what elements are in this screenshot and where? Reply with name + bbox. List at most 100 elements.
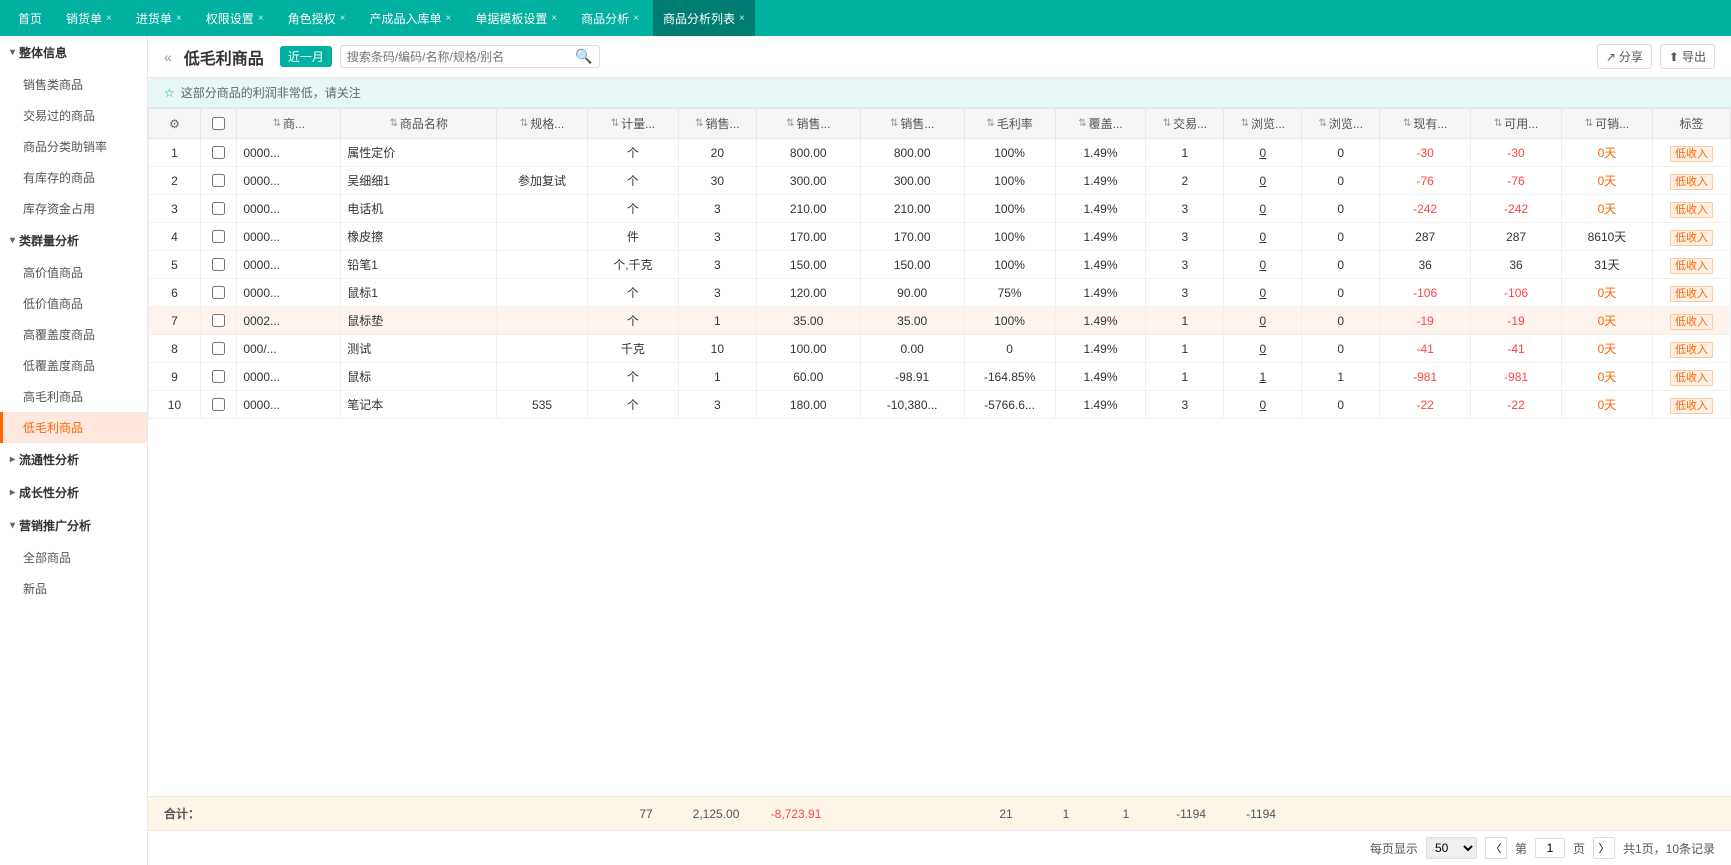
row-check[interactable] [200, 279, 236, 307]
col-name-sort[interactable]: ⇅ [389, 118, 397, 129]
time-filter-button[interactable]: 近一月 [280, 46, 332, 67]
search-icon[interactable]: 🔍 [575, 48, 592, 65]
nav-item-sales[interactable]: 销货单 × [56, 0, 122, 36]
row-sales-cost: -10,380... [860, 391, 964, 419]
col-cover-sort[interactable]: ⇅ [1078, 118, 1086, 129]
row-view1[interactable]: 0 [1224, 307, 1302, 335]
close-icon[interactable]: × [106, 13, 112, 24]
row-check[interactable] [200, 251, 236, 279]
sidebar-group-circulation[interactable]: ▸ 流通性分析 [0, 443, 147, 476]
nav-item-goods-analysis[interactable]: 商品分析 × [571, 0, 649, 36]
sidebar-group-marketing[interactable]: ▾ 营销推广分析 [0, 509, 147, 542]
close-icon[interactable]: × [445, 13, 451, 24]
row-name[interactable]: 吴细细1 [341, 167, 497, 195]
row-num: 6 [149, 279, 201, 307]
col-qty-sort[interactable]: ⇅ [695, 118, 703, 129]
nav-item-goods-list[interactable]: 商品分析列表 × [653, 0, 755, 36]
col-gross-sort[interactable]: ⇅ [986, 118, 994, 129]
sidebar-item-new-goods[interactable]: 新品 [0, 573, 147, 604]
row-view1[interactable]: 0 [1224, 279, 1302, 307]
col-sale-sort[interactable]: ⇅ [1585, 118, 1593, 129]
sidebar-item-high-coverage[interactable]: 高覆盖度商品 [0, 319, 147, 350]
row-view1[interactable]: 0 [1224, 391, 1302, 419]
row-name[interactable]: 属性定价 [341, 139, 497, 167]
row-view1[interactable]: 1 [1224, 363, 1302, 391]
total-sales-cost: -8,723.91 [756, 807, 836, 821]
sidebar-item-sales-goods[interactable]: 销售类商品 [0, 69, 147, 100]
sidebar-group-cluster[interactable]: ▾ 类群量分析 [0, 224, 147, 257]
sidebar-item-low-margin[interactable]: 低毛利商品 [0, 412, 147, 443]
nav-item-template[interactable]: 单据模板设置 × [465, 0, 567, 36]
col-view1-sort[interactable]: ⇅ [1241, 118, 1249, 129]
table-container[interactable]: ⚙ ⇅商... ⇅商品名称 ⇅规格... ⇅计量... ⇅销售... [148, 108, 1731, 796]
sidebar-item-high-margin[interactable]: 高毛利商品 [0, 381, 147, 412]
prev-page-button[interactable]: 〈 [1485, 837, 1507, 859]
row-view1[interactable]: 0 [1224, 167, 1302, 195]
col-view2-sort[interactable]: ⇅ [1319, 118, 1327, 129]
nav-item-permission[interactable]: 权限设置 × [196, 0, 274, 36]
row-name[interactable]: 橡皮擦 [341, 223, 497, 251]
sidebar-item-low-coverage[interactable]: 低覆盖度商品 [0, 350, 147, 381]
row-check[interactable] [200, 307, 236, 335]
nav-item-purchase[interactable]: 进货单 × [126, 0, 192, 36]
col-cur-sort[interactable]: ⇅ [1403, 118, 1411, 129]
search-input[interactable] [347, 50, 576, 64]
close-icon[interactable]: × [739, 13, 745, 24]
sidebar-item-all-goods[interactable]: 全部商品 [0, 542, 147, 573]
row-name[interactable]: 鼠标垫 [341, 307, 497, 335]
row-current: -242 [1380, 195, 1471, 223]
row-view1[interactable]: 0 [1224, 335, 1302, 363]
col-code-sort[interactable]: ⇅ [273, 118, 281, 129]
row-check[interactable] [200, 139, 236, 167]
row-sales-cost: 210.00 [860, 195, 964, 223]
row-check[interactable] [200, 335, 236, 363]
sidebar-item-low-value[interactable]: 低价值商品 [0, 288, 147, 319]
close-icon[interactable]: × [340, 13, 346, 24]
collapse-sidebar-btn[interactable]: « [164, 49, 172, 65]
page-size-select[interactable]: 50 100 200 [1426, 837, 1477, 859]
row-name[interactable]: 电话机 [341, 195, 497, 223]
col-price1-sort[interactable]: ⇅ [786, 118, 794, 129]
row-view1[interactable]: 0 [1224, 139, 1302, 167]
nav-item-product-in[interactable]: 产成品入库单 × [359, 0, 461, 36]
row-name[interactable]: 测试 [341, 335, 497, 363]
select-all-checkbox[interactable] [212, 117, 225, 130]
sidebar-item-traded[interactable]: 交易过的商品 [0, 100, 147, 131]
sidebar-group-overview[interactable]: ▾ 整体信息 [0, 36, 147, 69]
close-icon[interactable]: × [633, 13, 639, 24]
sidebar-item-capital[interactable]: 库存资金占用 [0, 193, 147, 224]
row-name[interactable]: 鼠标1 [341, 279, 497, 307]
page-number-input[interactable] [1535, 838, 1565, 858]
row-check[interactable] [200, 363, 236, 391]
close-icon[interactable]: × [258, 13, 264, 24]
next-page-button[interactable]: 〉 [1593, 837, 1615, 859]
row-check[interactable] [200, 167, 236, 195]
share-button[interactable]: ↗ 分享 [1597, 44, 1652, 69]
col-unit-sort[interactable]: ⇅ [611, 118, 619, 129]
close-icon[interactable]: × [551, 13, 557, 24]
row-check[interactable] [200, 223, 236, 251]
row-name[interactable]: 鼠标 [341, 363, 497, 391]
row-name[interactable]: 笔记本 [341, 391, 497, 419]
row-view1[interactable]: 0 [1224, 195, 1302, 223]
sidebar-item-category-rate[interactable]: 商品分类助销率 [0, 131, 147, 162]
nav-item-home[interactable]: 首页 [8, 0, 52, 36]
sidebar-item-high-value[interactable]: 高价值商品 [0, 257, 147, 288]
col-price2-sort[interactable]: ⇅ [890, 118, 898, 129]
row-check[interactable] [200, 391, 236, 419]
row-name[interactable]: 铅笔1 [341, 251, 497, 279]
settings-icon[interactable]: ⚙ [169, 117, 180, 131]
total-sales-qty: 77 [616, 807, 676, 821]
col-spec-sort[interactable]: ⇅ [520, 118, 528, 129]
close-icon[interactable]: × [176, 13, 182, 24]
export-button[interactable]: ⬆ 导出 [1660, 44, 1715, 69]
row-saleable: 0天 [1562, 139, 1653, 167]
row-view1[interactable]: 0 [1224, 223, 1302, 251]
col-trade-sort[interactable]: ⇅ [1163, 118, 1171, 129]
col-avail-sort[interactable]: ⇅ [1494, 118, 1502, 129]
nav-item-role[interactable]: 角色授权 × [278, 0, 356, 36]
row-check[interactable] [200, 195, 236, 223]
row-view1[interactable]: 0 [1224, 251, 1302, 279]
sidebar-item-inventory[interactable]: 有库存的商品 [0, 162, 147, 193]
sidebar-group-growth[interactable]: ▸ 成长性分析 [0, 476, 147, 509]
